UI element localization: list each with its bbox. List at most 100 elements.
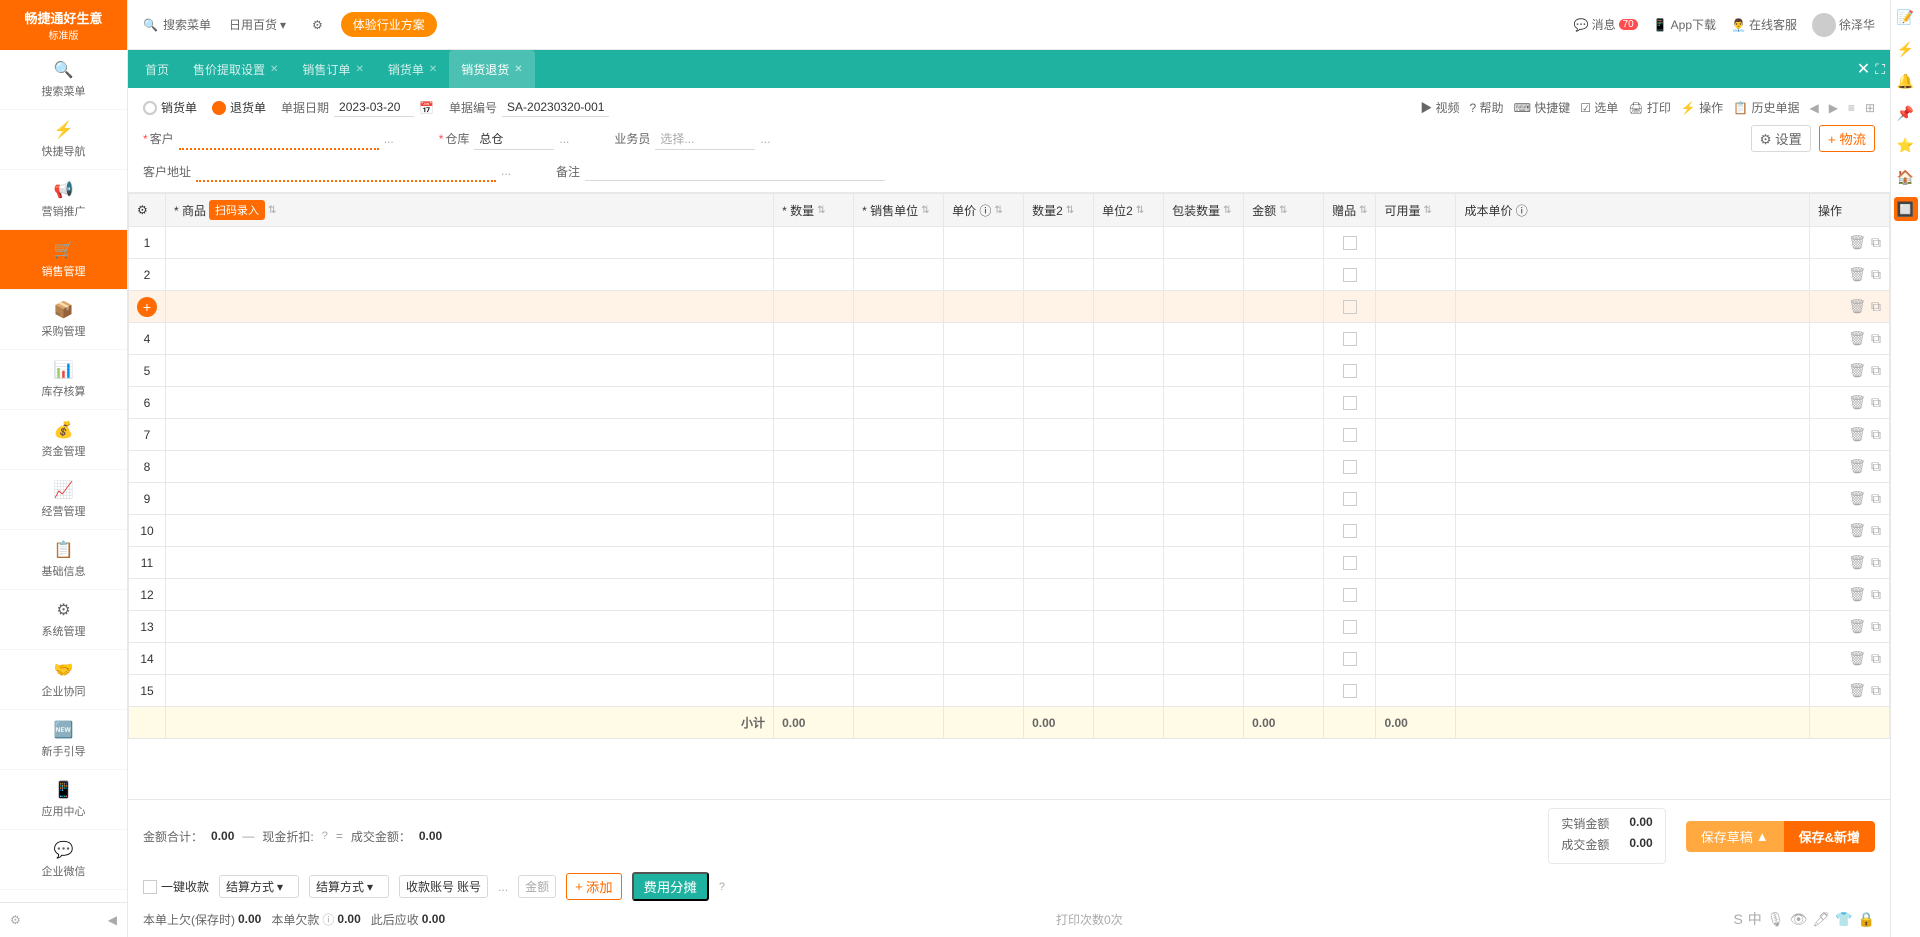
gift-checkbox-1[interactable]: [1343, 236, 1357, 250]
th-product-sort[interactable]: ⇅: [268, 205, 276, 216]
sidebar-item-newuser[interactable]: 🆕 新手引导: [0, 710, 127, 770]
unit-cell-1[interactable]: [854, 227, 944, 259]
delete-icon-3[interactable]: 🗑: [1848, 298, 1866, 315]
discount-help-icon[interactable]: ?: [322, 830, 328, 842]
account-selector[interactable]: 收款账号 账号: [399, 875, 488, 898]
sidebar-item-appcenter[interactable]: 📱 应用中心: [0, 770, 127, 830]
pkgqty-cell-1[interactable]: [1164, 227, 1244, 259]
th-pkgqty-sort[interactable]: ⇅: [1223, 205, 1231, 216]
th-qty2-sort[interactable]: ⇅: [1066, 205, 1074, 216]
tab-price-setting[interactable]: 售价提取设置 ✕: [181, 50, 290, 88]
add-row-button[interactable]: +: [137, 297, 157, 317]
copy-icon-3[interactable]: ⧉: [1871, 298, 1881, 315]
avail-cell-1[interactable]: [1376, 227, 1456, 259]
copy-icon-7[interactable]: ⧉: [1871, 426, 1881, 443]
tab-price-close[interactable]: ✕: [270, 64, 278, 75]
scan-input-btn[interactable]: 扫码录入: [209, 200, 265, 220]
taskbar-icon-3[interactable]: 🎙: [1767, 911, 1785, 928]
copy-icon-8[interactable]: ⧉: [1871, 458, 1881, 475]
print-btn[interactable]: 🖨 打印: [1628, 99, 1671, 116]
right-icon-2[interactable]: ⚡: [1894, 37, 1918, 61]
history-btn[interactable]: 📋 历史单据: [1733, 99, 1799, 116]
sidebar-item-basics[interactable]: 📋 基础信息: [0, 530, 127, 590]
tab-salesbill-close[interactable]: ✕: [429, 64, 437, 75]
amount-cell-2[interactable]: [1244, 259, 1324, 291]
qty2-cell-3[interactable]: [1024, 291, 1094, 323]
copy-icon-5[interactable]: ⧉: [1871, 362, 1881, 379]
collapse-icon[interactable]: ◀: [108, 913, 117, 927]
taskbar-icon-1[interactable]: S: [1733, 911, 1742, 927]
cost-help-icon[interactable]: ?: [719, 881, 725, 893]
costprice-cell-2[interactable]: [1456, 259, 1810, 291]
unit-cell-2[interactable]: [854, 259, 944, 291]
customer-ellipsis[interactable]: ...: [384, 132, 394, 146]
shortcut-btn[interactable]: ⌨ 快捷键: [1514, 99, 1571, 116]
settings-icon-btn[interactable]: ⚙: [304, 15, 331, 35]
gift-cell-2[interactable]: [1324, 259, 1376, 291]
copy-icon-6[interactable]: ⧉: [1871, 394, 1881, 411]
one-click-payment-checkbox[interactable]: 一键收款: [143, 878, 209, 895]
video-btn[interactable]: ▶ 视频: [1420, 99, 1459, 116]
copy-icon-4[interactable]: ⧉: [1871, 330, 1881, 347]
taskbar-icon-4[interactable]: 👁: [1790, 911, 1808, 928]
th-unit2-sort[interactable]: ⇅: [1136, 205, 1144, 216]
right-icon-1[interactable]: 📝: [1894, 5, 1918, 29]
delete-icon-9[interactable]: 🗑: [1848, 490, 1866, 507]
sidebar-item-vip[interactable]: V 畅会员: [0, 890, 127, 902]
delete-icon-10[interactable]: 🗑: [1848, 522, 1866, 539]
user-btn[interactable]: 徐泽华: [1812, 13, 1875, 37]
delete-icon-14[interactable]: 🗑: [1848, 650, 1866, 667]
product-cell-1[interactable]: [166, 227, 774, 259]
view-toggle-btn[interactable]: ≡: [1848, 101, 1855, 115]
save-draft-button[interactable]: 保存草稿 ▲: [1686, 821, 1784, 852]
th-quantity-sort[interactable]: ⇅: [817, 205, 825, 216]
search-menu-btn[interactable]: 🔍 搜索菜单: [143, 16, 211, 33]
product-cell-2[interactable]: [166, 259, 774, 291]
tab-fullscreen-btn[interactable]: ⛶: [1875, 61, 1885, 78]
warehouse-value[interactable]: 总仓: [474, 128, 554, 150]
calc-method-2-selector[interactable]: 结算方式 ▾: [309, 875, 389, 898]
qty-cell-3[interactable]: [774, 291, 854, 323]
price-cell-1[interactable]: [944, 227, 1024, 259]
help-btn[interactable]: ? 帮助: [1470, 99, 1504, 116]
tab-close-all-btn[interactable]: ✕: [1857, 59, 1870, 79]
delete-icon-5[interactable]: 🗑: [1848, 362, 1866, 379]
pkgqty-cell-3[interactable]: [1164, 291, 1244, 323]
save-new-button[interactable]: 保存&新增: [1784, 821, 1875, 852]
product-cell-3[interactable]: [166, 291, 774, 323]
gift-cell-3[interactable]: [1324, 291, 1376, 323]
date-value[interactable]: 2023-03-20: [334, 98, 414, 117]
calendar-icon[interactable]: 📅: [419, 101, 434, 115]
add-payment-button[interactable]: + 添加: [566, 873, 621, 900]
tab-salesorder-close[interactable]: ✕: [355, 64, 363, 75]
customer-input[interactable]: [179, 128, 379, 150]
copy-icon-12[interactable]: ⧉: [1871, 586, 1881, 603]
amount-input-field[interactable]: 金额: [518, 875, 556, 898]
online-service-btn[interactable]: 👨‍💼 在线客服: [1731, 16, 1797, 33]
copy-icon-15[interactable]: ⧉: [1871, 682, 1881, 699]
price-cell-3[interactable]: [944, 291, 1024, 323]
delete-icon-6[interactable]: 🗑: [1848, 394, 1866, 411]
sidebar-item-inventory[interactable]: 📊 库存核算: [0, 350, 127, 410]
cost-split-button[interactable]: 费用分摊: [632, 872, 709, 901]
sidebar-item-sales[interactable]: 🛒 销售管理: [0, 230, 127, 290]
tab-salesreturn-close[interactable]: ✕: [514, 64, 522, 75]
sidebar-item-operations[interactable]: 📈 经营管理: [0, 470, 127, 530]
th-amount-sort[interactable]: ⇅: [1279, 205, 1287, 216]
qty-cell-1[interactable]: [774, 227, 854, 259]
num-value[interactable]: SA-20230320-001: [502, 98, 609, 117]
copy-icon-1[interactable]: ⧉: [1871, 234, 1881, 251]
app-download-btn[interactable]: 📱 App下载: [1653, 16, 1716, 33]
radio-sale-bill[interactable]: 销货单: [143, 99, 197, 116]
amount-cell-3[interactable]: [1244, 291, 1324, 323]
payment-checkbox[interactable]: [143, 880, 157, 894]
avail-cell-3[interactable]: [1376, 291, 1456, 323]
th-unitprice-sort[interactable]: ⇅: [994, 205, 1002, 216]
settings-bottom-icon[interactable]: ⚙: [10, 913, 21, 927]
gift-checkbox-2[interactable]: [1343, 268, 1357, 282]
sidebar-item-search[interactable]: 🔍 搜索菜单: [0, 50, 127, 110]
address-input[interactable]: [196, 160, 496, 182]
grid-view-btn[interactable]: ⊞: [1865, 101, 1875, 115]
select-btn[interactable]: ☑ 选单: [1580, 99, 1618, 116]
sidebar-item-collab[interactable]: 🤝 企业协同: [0, 650, 127, 710]
